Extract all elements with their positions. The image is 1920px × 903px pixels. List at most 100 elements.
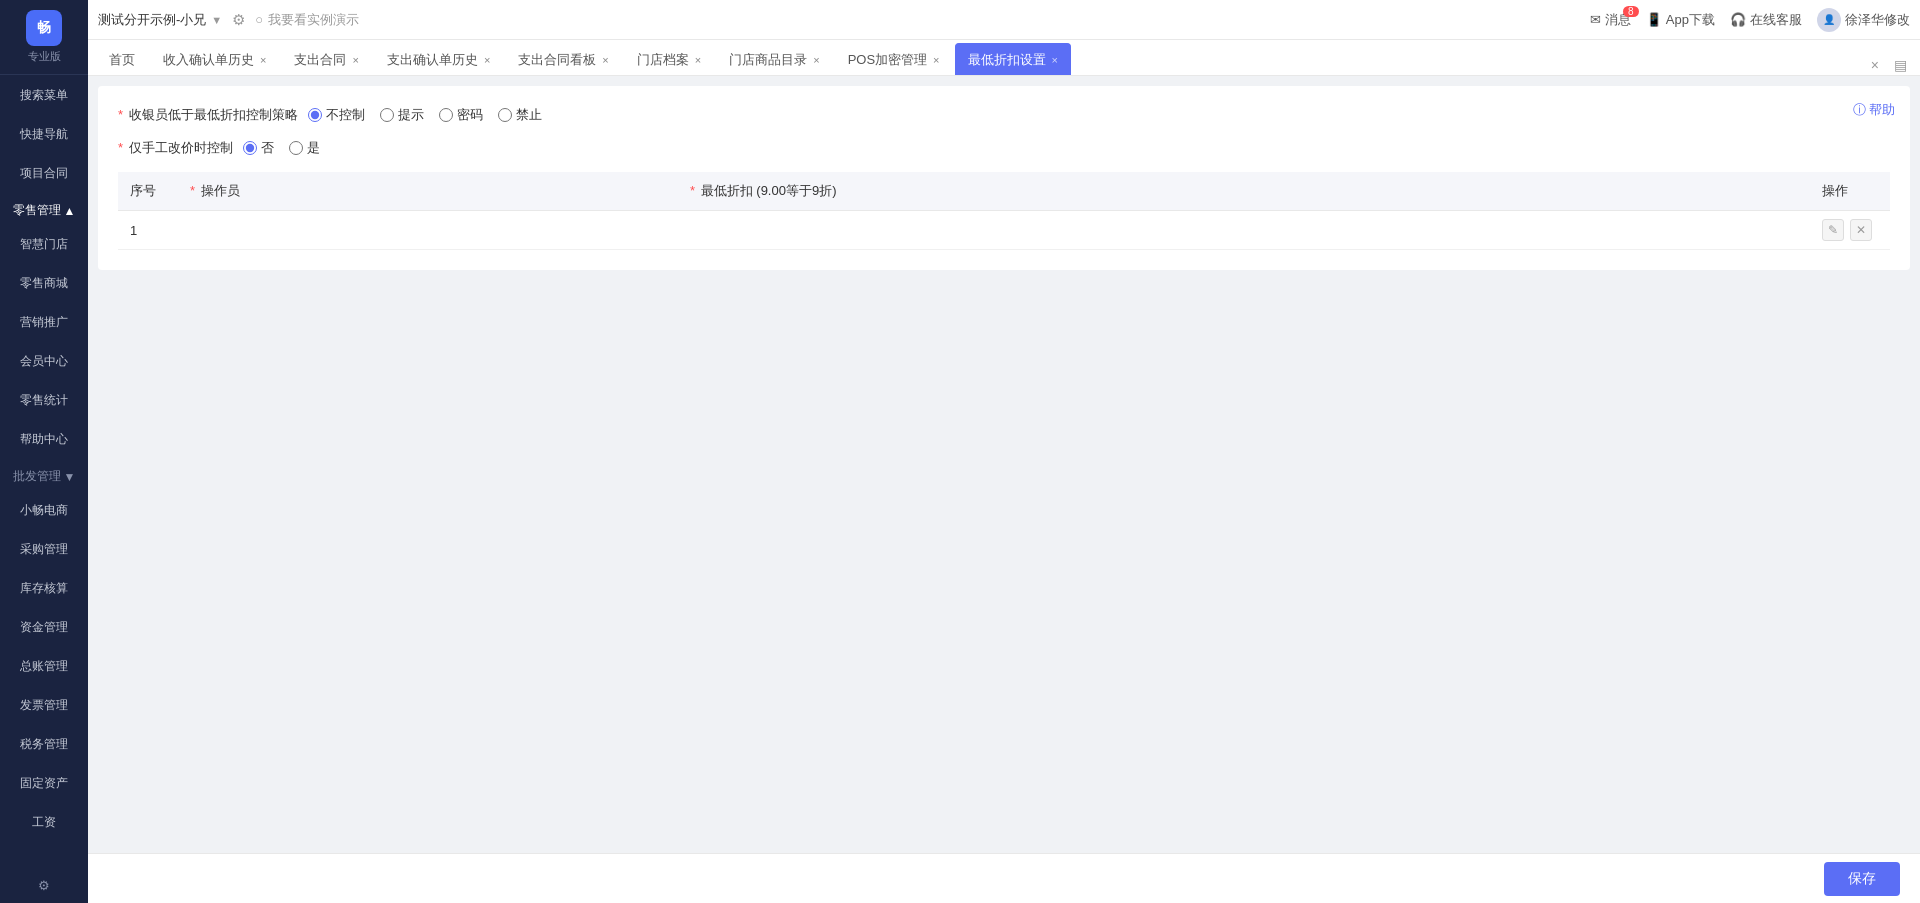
topbar-gear-icon: ⚙ — [232, 11, 245, 28]
tab-payment-confirm[interactable]: 支出确认单历史 × — [374, 43, 503, 75]
sidebar-item-help[interactable]: 帮助中心 — [0, 419, 88, 458]
cell-seq: 1 — [118, 211, 178, 250]
sidebar-item-payroll[interactable]: 工资 — [0, 802, 88, 841]
tab-menu-button[interactable]: ▤ — [1889, 55, 1912, 75]
sidebar-item-search[interactable]: 搜索菜单 — [0, 75, 88, 114]
headset-icon: 🎧 — [1730, 12, 1746, 27]
tab-pos-password-close[interactable]: × — [933, 54, 939, 66]
table-header-row: 序号 * 操作员 * 最低折扣 (9.00等于9折) 操作 — [118, 172, 1890, 211]
message-button[interactable]: ✉ 消息 8 — [1590, 11, 1631, 29]
topbar-settings-button[interactable]: ⚙ — [232, 11, 245, 29]
message-icon: ✉ — [1590, 12, 1601, 27]
sidebar-item-purchase[interactable]: 采购管理 — [0, 529, 88, 568]
radio-no-control[interactable]: 不控制 — [308, 106, 365, 124]
message-badge: 8 — [1623, 6, 1639, 17]
radio-yes[interactable]: 是 — [289, 139, 320, 157]
demo-circle-icon: ○ — [255, 12, 263, 27]
delete-icon: ✕ — [1856, 223, 1866, 237]
project-chevron-icon: ▼ — [211, 14, 222, 26]
tab-home[interactable]: 首页 — [96, 43, 148, 75]
form-row-manual-price: * 仅手工改价时控制 否 是 — [118, 139, 1890, 157]
radio-no[interactable]: 否 — [243, 139, 274, 157]
user-name: 徐泽华修改 — [1845, 11, 1910, 29]
sidebar-item-contract[interactable]: 项目合同 — [0, 153, 88, 192]
tab-payment-contract-label: 支出合同 — [294, 51, 346, 69]
sidebar-item-inventory[interactable]: 库存核算 — [0, 568, 88, 607]
radio-password[interactable]: 密码 — [439, 106, 483, 124]
col-operator: * 操作员 — [178, 172, 678, 211]
row-edit-button[interactable]: ✎ — [1822, 219, 1844, 241]
tab-payment-confirm-label: 支出确认单历史 — [387, 51, 478, 69]
demo-label: 我要看实例演示 — [268, 11, 359, 29]
tab-min-discount-label: 最低折扣设置 — [968, 51, 1046, 69]
sidebar-item-marketing[interactable]: 营销推广 — [0, 302, 88, 341]
app-download-button[interactable]: 📱 App下载 — [1646, 11, 1715, 29]
tab-payment-board-label: 支出合同看板 — [518, 51, 596, 69]
row-delete-button[interactable]: ✕ — [1850, 219, 1872, 241]
tab-payment-contract[interactable]: 支出合同 × — [281, 43, 371, 75]
table-row: 1 ✎ ✕ — [118, 211, 1890, 250]
sidebar-item-retailmall[interactable]: 零售商城 — [0, 263, 88, 302]
control-strategy-radio-group: 不控制 提示 密码 禁止 — [308, 106, 542, 124]
app-download-label: App下载 — [1666, 11, 1715, 29]
project-selector[interactable]: 测试分开示例-小兄 ▼ — [98, 11, 222, 29]
tab-store-goods-close[interactable]: × — [813, 54, 819, 66]
radio-forbid[interactable]: 禁止 — [498, 106, 542, 124]
sidebar-item-wholesale[interactable]: 批发管理 ▼ — [0, 458, 88, 490]
tab-payment-confirm-close[interactable]: × — [484, 54, 490, 66]
sidebar-item-invoice[interactable]: 发票管理 — [0, 685, 88, 724]
save-button[interactable]: 保存 — [1824, 862, 1900, 896]
demo-link[interactable]: ○ 我要看实例演示 — [255, 11, 359, 29]
app-logo: 畅 专业版 — [0, 0, 88, 75]
tab-min-discount[interactable]: 最低折扣设置 × — [955, 43, 1071, 75]
manual-price-radio-group: 否 是 — [243, 139, 320, 157]
sidebar-item-quicknav[interactable]: 快捷导航 — [0, 114, 88, 153]
sidebar-item-capital[interactable]: 资金管理 — [0, 607, 88, 646]
sidebar-settings-button[interactable]: ⚙ — [0, 868, 88, 903]
tab-store-file-close[interactable]: × — [695, 54, 701, 66]
sidebar-item-assets[interactable]: 固定资产 — [0, 763, 88, 802]
avatar: 👤 — [1817, 8, 1841, 32]
customer-service-button[interactable]: 🎧 在线客服 — [1730, 11, 1802, 29]
col-min-discount: * 最低折扣 (9.00等于9折) — [678, 172, 1810, 211]
discount-table: 序号 * 操作员 * 最低折扣 (9.00等于9折) 操作 — [118, 172, 1890, 250]
settings-icon: ⚙ — [38, 878, 50, 893]
help-icon: ⓘ — [1853, 101, 1866, 119]
tab-min-discount-close[interactable]: × — [1052, 54, 1058, 66]
tab-payment-board[interactable]: 支出合同看板 × — [505, 43, 621, 75]
tab-income-confirm-close[interactable]: × — [260, 54, 266, 66]
sidebar-item-retail[interactable]: 零售管理 ▲ — [0, 192, 88, 224]
logo-icon: 畅 — [26, 10, 62, 46]
help-link[interactable]: ⓘ 帮助 — [1853, 101, 1895, 119]
tab-store-file-label: 门店档案 — [637, 51, 689, 69]
tab-store-goods-label: 门店商品目录 — [729, 51, 807, 69]
sidebar-item-smartstore[interactable]: 智慧门店 — [0, 224, 88, 263]
tab-store-file[interactable]: 门店档案 × — [624, 43, 714, 75]
tab-income-confirm[interactable]: 收入确认单历史 × — [150, 43, 279, 75]
tab-pos-password[interactable]: POS加密管理 × — [835, 43, 953, 75]
tabbar: 首页 收入确认单历史 × 支出合同 × 支出确认单历史 × 支出合同看板 × 门… — [88, 40, 1920, 76]
tab-payment-contract-close[interactable]: × — [352, 54, 358, 66]
sidebar-item-ledger[interactable]: 总账管理 — [0, 646, 88, 685]
edit-icon: ✎ — [1828, 223, 1838, 237]
tab-payment-board-close[interactable]: × — [602, 54, 608, 66]
sidebar-item-member[interactable]: 会员中心 — [0, 341, 88, 380]
user-profile[interactable]: 👤 徐泽华修改 — [1817, 8, 1910, 32]
sidebar-item-ecommerce[interactable]: 小畅电商 — [0, 490, 88, 529]
help-label: 帮助 — [1869, 101, 1895, 119]
tab-close-all-button[interactable]: × — [1866, 55, 1884, 75]
manual-price-label: * 仅手工改价时控制 — [118, 139, 233, 157]
control-strategy-label: * 收银员低于最低折扣控制策略 — [118, 106, 298, 124]
tab-income-confirm-label: 收入确认单历史 — [163, 51, 254, 69]
content-card: ⓘ 帮助 * 收银员低于最低折扣控制策略 不控制 提示 — [98, 86, 1910, 270]
radio-prompt[interactable]: 提示 — [380, 106, 424, 124]
col-seq: 序号 — [118, 172, 178, 211]
tab-pos-password-label: POS加密管理 — [848, 51, 927, 69]
tab-store-goods[interactable]: 门店商品目录 × — [716, 43, 832, 75]
tab-home-label: 首页 — [109, 51, 135, 69]
cell-operator — [178, 211, 678, 250]
cell-action: ✎ ✕ — [1810, 211, 1890, 250]
sidebar-item-retailstat[interactable]: 零售统计 — [0, 380, 88, 419]
topbar-right: ✉ 消息 8 📱 App下载 🎧 在线客服 👤 徐泽华修改 — [1590, 8, 1910, 32]
sidebar-item-tax[interactable]: 税务管理 — [0, 724, 88, 763]
